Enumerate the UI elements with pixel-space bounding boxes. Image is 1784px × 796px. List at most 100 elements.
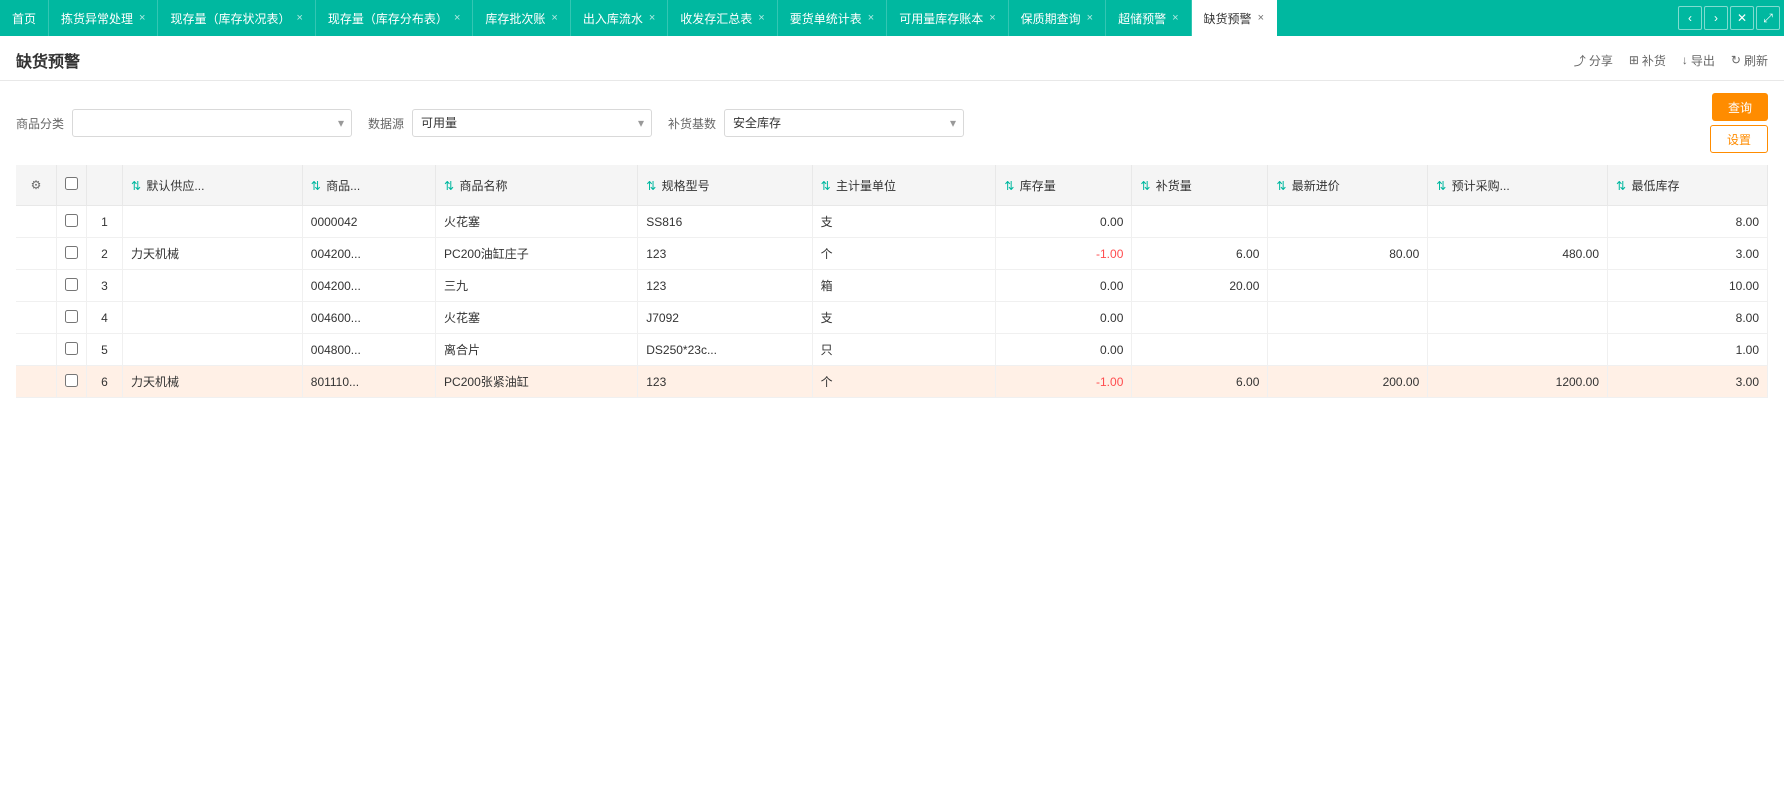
close-tab-flow[interactable]: ×: [649, 12, 655, 24]
tab-prev-btn[interactable]: ‹: [1678, 6, 1702, 30]
export-action[interactable]: ↓ 导出: [1682, 52, 1715, 69]
row-checkbox-cell[interactable]: [57, 366, 87, 398]
th-latest-price[interactable]: ⇅ 最新进价: [1268, 165, 1428, 206]
share-action[interactable]: ⤴ 分享: [1574, 52, 1613, 69]
filter-actions: 查询 设置: [1710, 93, 1768, 153]
page-actions: ⤴ 分享 ⊞ 补货 ↓ 导出 ↻ 刷新: [1574, 52, 1768, 69]
th-unit[interactable]: ⇅ 主计量单位: [812, 165, 996, 206]
gear-icon[interactable]: ⚙: [24, 173, 48, 197]
table-row: 2 力天机械 004200... PC200油缸庄子 123 个 -1.00 6…: [16, 238, 1768, 270]
replenish-icon: ⊞: [1629, 53, 1639, 67]
th-name[interactable]: ⇅ 商品名称: [436, 165, 638, 206]
row-checkbox[interactable]: [65, 278, 78, 291]
tab-picking[interactable]: 拣货异常处理 ×: [49, 0, 158, 36]
close-tab-summary[interactable]: ×: [758, 12, 764, 24]
row-est-purchase: 480.00: [1428, 238, 1608, 270]
sort-icon-latest-price: ⇅: [1276, 179, 1286, 193]
row-supplier: [123, 270, 303, 302]
sort-icon-replenish: ⇅: [1140, 179, 1150, 193]
row-checkbox[interactable]: [65, 310, 78, 323]
sort-icon-code: ⇅: [311, 179, 321, 193]
th-replenish[interactable]: ⇅ 补货量: [1132, 165, 1268, 206]
row-min-stock: 8.00: [1608, 206, 1768, 238]
tab-order-stat[interactable]: 要货单统计表 ×: [778, 0, 887, 36]
row-checkbox-cell[interactable]: [57, 206, 87, 238]
close-tab-batch[interactable]: ×: [551, 12, 557, 24]
tab-bar: 首页 拣货异常处理 × 现存量（库存状况表） × 现存量（库存分布表） × 库存…: [0, 0, 1784, 36]
row-min-stock: 3.00: [1608, 238, 1768, 270]
row-number: 1: [87, 206, 123, 238]
row-latest-price: [1268, 206, 1428, 238]
row-name: PC200张紧油缸: [436, 366, 638, 398]
row-unit: 个: [812, 366, 996, 398]
tab-overstock[interactable]: 超储预警 ×: [1106, 0, 1191, 36]
tab-home[interactable]: 首页: [0, 0, 49, 36]
tab-shortage[interactable]: 缺货预警 ×: [1192, 0, 1277, 36]
row-code: 004200...: [302, 270, 435, 302]
close-tab-expiry[interactable]: ×: [1087, 12, 1093, 24]
tab-expiry[interactable]: 保质期查询 ×: [1009, 0, 1106, 36]
category-select[interactable]: [72, 109, 352, 137]
close-tab-shortage[interactable]: ×: [1258, 12, 1264, 24]
th-spec[interactable]: ⇅ 规格型号: [638, 165, 812, 206]
row-supplier: [123, 206, 303, 238]
row-checkbox[interactable]: [65, 246, 78, 259]
tab-flow[interactable]: 出入库流水 ×: [571, 0, 668, 36]
row-name: 离合片: [436, 334, 638, 366]
row-latest-price: 80.00: [1268, 238, 1428, 270]
row-stock: 0.00: [996, 206, 1132, 238]
row-stock: 0.00: [996, 270, 1132, 302]
close-tab-order-stat[interactable]: ×: [868, 12, 874, 24]
th-stock[interactable]: ⇅ 库存量: [996, 165, 1132, 206]
datasource-select[interactable]: 可用量: [412, 109, 652, 137]
th-min-stock[interactable]: ⇅ 最低库存: [1608, 165, 1768, 206]
close-tab-inventory-dist[interactable]: ×: [454, 12, 460, 24]
tab-available[interactable]: 可用量库存账本 ×: [887, 0, 1008, 36]
filter-replenish-base: 补货基数 安全库存: [668, 109, 964, 137]
settings-button[interactable]: 设置: [1710, 125, 1768, 153]
row-stock: 0.00: [996, 334, 1132, 366]
th-est-purchase[interactable]: ⇅ 预计采购...: [1428, 165, 1608, 206]
tab-close-all-btn[interactable]: ✕: [1730, 6, 1754, 30]
replenish-base-select[interactable]: 安全库存: [724, 109, 964, 137]
close-tab-inventory-status[interactable]: ×: [296, 12, 302, 24]
tab-maximize-btn[interactable]: ⤢: [1756, 6, 1780, 30]
tab-inventory-status[interactable]: 现存量（库存状况表） ×: [158, 0, 315, 36]
row-gear-cell: [16, 270, 57, 302]
row-min-stock: 8.00: [1608, 302, 1768, 334]
row-replenish: 6.00: [1132, 366, 1268, 398]
tab-summary[interactable]: 收发存汇总表 ×: [668, 0, 777, 36]
replenish-action[interactable]: ⊞ 补货: [1629, 52, 1666, 69]
row-replenish: [1132, 334, 1268, 366]
row-checkbox-cell[interactable]: [57, 270, 87, 302]
th-supplier[interactable]: ⇅ 默认供应...: [123, 165, 303, 206]
select-all-checkbox[interactable]: [65, 177, 78, 190]
row-checkbox-cell[interactable]: [57, 334, 87, 366]
sort-icon-supplier: ⇅: [131, 179, 141, 193]
table-body: 1 0000042 火花塞 SS816 支 0.00 8.00 2 力天机械 0…: [16, 206, 1768, 398]
sort-icon-spec: ⇅: [646, 179, 656, 193]
th-code[interactable]: ⇅ 商品...: [302, 165, 435, 206]
close-tab-available[interactable]: ×: [989, 12, 995, 24]
row-checkbox[interactable]: [65, 342, 78, 355]
close-tab-picking[interactable]: ×: [139, 12, 145, 24]
row-checkbox[interactable]: [65, 214, 78, 227]
tab-batch[interactable]: 库存批次账 ×: [473, 0, 570, 36]
row-min-stock: 3.00: [1608, 366, 1768, 398]
row-name: PC200油缸庄子: [436, 238, 638, 270]
row-spec: 123: [638, 366, 812, 398]
sort-icon-stock: ⇅: [1004, 179, 1014, 193]
tab-inventory-dist[interactable]: 现存量（库存分布表） ×: [316, 0, 473, 36]
close-tab-overstock[interactable]: ×: [1172, 12, 1178, 24]
share-icon: ⤴: [1574, 52, 1586, 69]
row-unit: 支: [812, 206, 996, 238]
row-code: 004200...: [302, 238, 435, 270]
row-checkbox-cell[interactable]: [57, 238, 87, 270]
table-header-row: ⚙ ⇅ 默认供应... ⇅ 商品... ⇅: [16, 165, 1768, 206]
query-button[interactable]: 查询: [1712, 93, 1768, 121]
row-checkbox-cell[interactable]: [57, 302, 87, 334]
row-checkbox[interactable]: [65, 374, 78, 387]
tab-next-btn[interactable]: ›: [1704, 6, 1728, 30]
refresh-action[interactable]: ↻ 刷新: [1731, 52, 1768, 69]
row-spec: J7092: [638, 302, 812, 334]
